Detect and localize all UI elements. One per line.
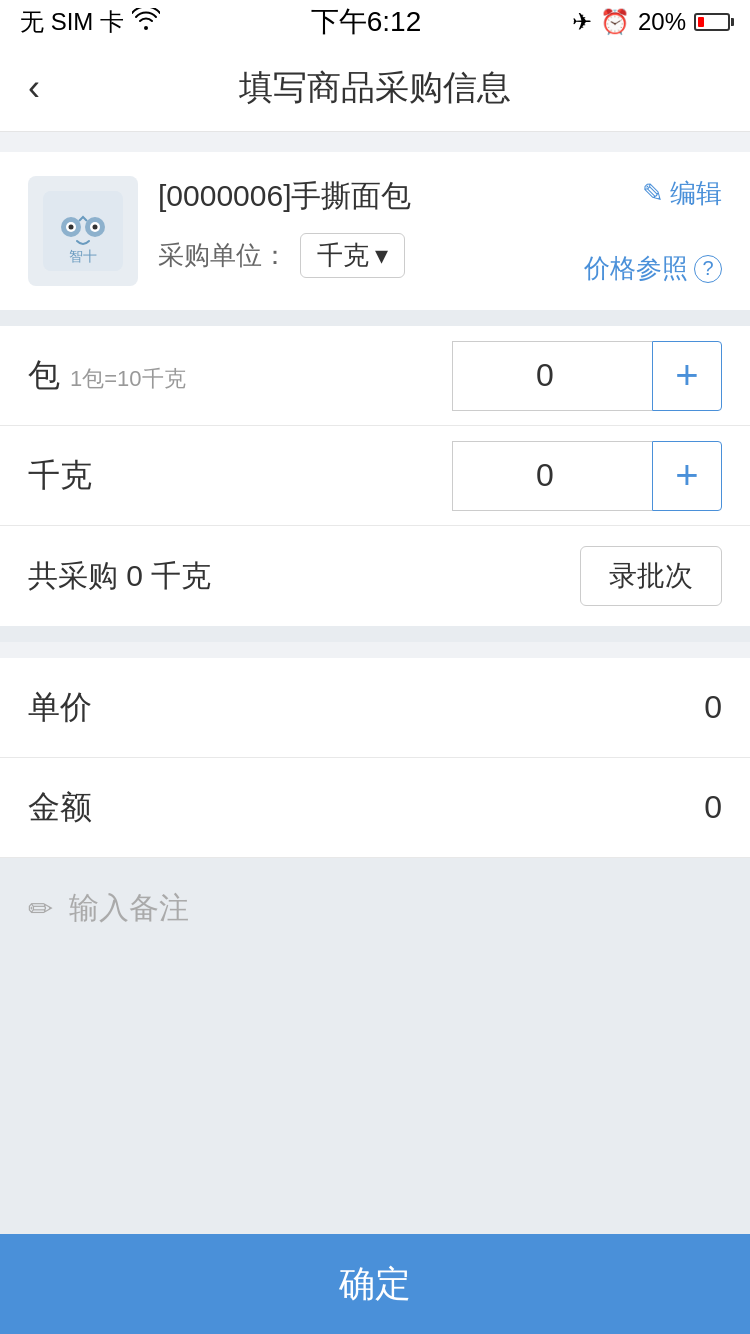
bao-label: 包 1包=10千克: [28, 354, 186, 398]
input-section: 包 1包=10千克 + 千克 +: [0, 326, 750, 526]
page-title: 填写商品采购信息: [239, 65, 511, 111]
edit-label: 编辑: [670, 176, 722, 211]
amount-row: 金额 0: [0, 758, 750, 858]
section-divider-2: [0, 626, 750, 642]
wifi-icon: [132, 8, 160, 36]
svg-point-6: [93, 225, 98, 230]
bao-input-group: +: [452, 341, 722, 411]
kg-plus-button[interactable]: +: [652, 441, 722, 511]
status-bar-left: 无 SIM 卡: [20, 6, 160, 38]
notes-section[interactable]: ✏ 输入备注: [0, 858, 750, 958]
price-section: 单价 0 金额 0: [0, 658, 750, 858]
edit-button[interactable]: ✎ 编辑: [642, 176, 722, 211]
battery-percent: 20%: [638, 8, 686, 36]
empty-area: [0, 958, 750, 1258]
nav-bar: ‹ 填写商品采购信息: [0, 44, 750, 132]
unit-price-value: 0: [704, 689, 722, 726]
kg-label: 千克: [28, 454, 92, 498]
summary-row: 共采购 0 千克 录批次: [0, 526, 750, 626]
section-divider-1: [0, 310, 750, 326]
kg-input-row: 千克 +: [0, 426, 750, 526]
bao-input-row: 包 1包=10千克 +: [0, 326, 750, 426]
edit-icon: ✎: [642, 178, 664, 209]
record-batch-button[interactable]: 录批次: [580, 546, 722, 606]
svg-point-5: [69, 225, 74, 230]
location-icon: ✈: [572, 8, 592, 36]
unit-label: 采购单位：: [158, 238, 288, 273]
bao-sublabel: 1包=10千克: [70, 364, 186, 394]
kg-input-group: +: [452, 441, 722, 511]
unit-price-label: 单价: [28, 686, 92, 730]
status-bar: 无 SIM 卡 下午6:12 ✈ ⏰ 20%: [0, 0, 750, 44]
pencil-icon: ✏: [28, 891, 53, 926]
total-summary-text: 共采购 0 千克: [28, 556, 211, 597]
notes-placeholder: 输入备注: [69, 888, 189, 929]
amount-value: 0: [704, 789, 722, 826]
no-sim-label: 无 SIM 卡: [20, 6, 124, 38]
dropdown-arrow-icon: ▾: [375, 240, 388, 271]
unit-price-row: 单价 0: [0, 658, 750, 758]
unit-dropdown[interactable]: 千克 ▾: [300, 233, 405, 278]
kg-input[interactable]: [452, 441, 652, 511]
bao-plus-button[interactable]: +: [652, 341, 722, 411]
product-card: 智十 [0000006]手撕面包 采购单位： 千克 ▾ ✎ 编辑 价格参照 ?: [0, 152, 750, 310]
back-button[interactable]: ‹: [28, 67, 40, 109]
total-value: 0: [126, 559, 143, 592]
product-name: [0000006]手撕面包: [158, 176, 722, 217]
unit-value: 千克: [317, 238, 369, 273]
bao-input[interactable]: [452, 341, 652, 411]
help-icon: ?: [694, 255, 722, 283]
price-reference-button[interactable]: 价格参照 ?: [584, 251, 722, 286]
confirm-button[interactable]: 确定: [0, 1234, 750, 1334]
status-bar-right: ✈ ⏰ 20%: [572, 8, 730, 36]
product-image: 智十: [28, 176, 138, 286]
status-bar-time: 下午6:12: [311, 3, 422, 41]
alarm-icon: ⏰: [600, 8, 630, 36]
battery-icon: [694, 13, 730, 31]
svg-text:智十: 智十: [69, 248, 97, 264]
price-ref-label: 价格参照: [584, 251, 688, 286]
amount-label: 金额: [28, 786, 92, 830]
